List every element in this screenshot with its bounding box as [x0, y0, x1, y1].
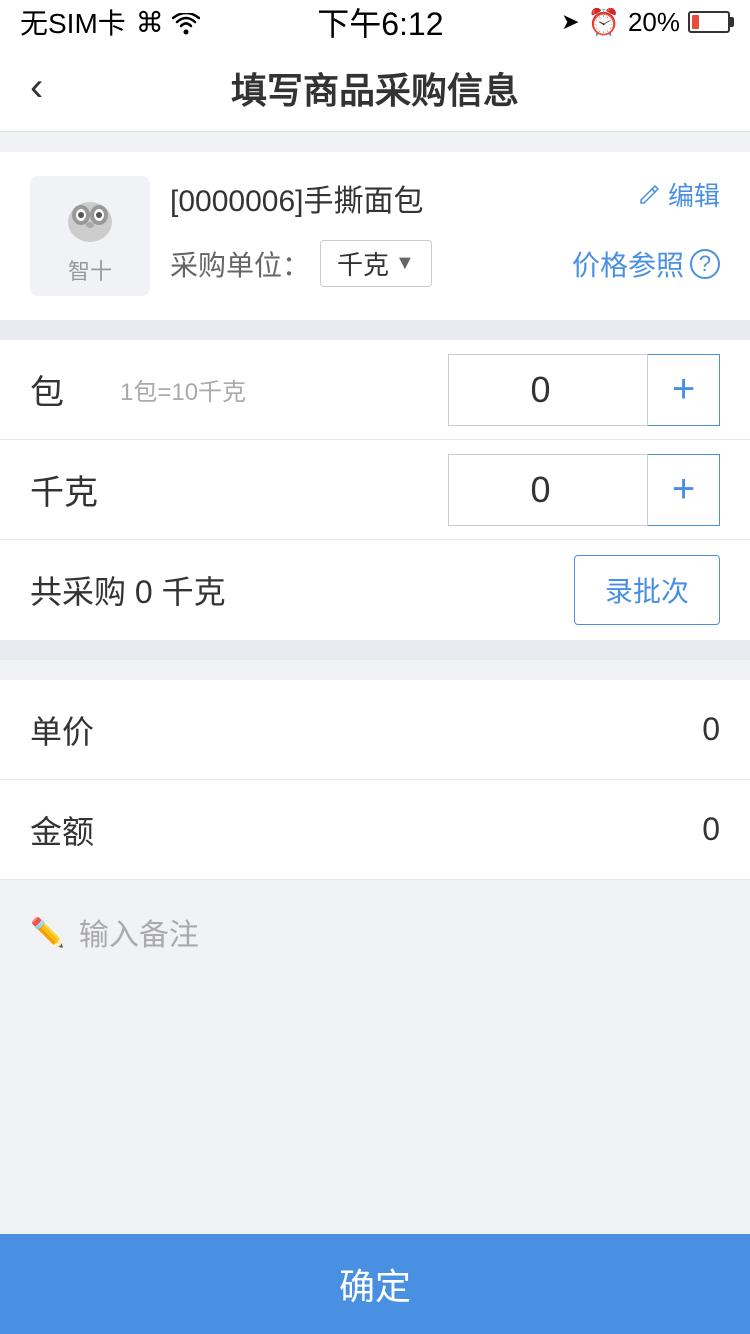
- status-right: ➤ ⏰ 20%: [561, 7, 730, 38]
- bao-label: 包: [30, 365, 110, 414]
- kilogram-label: 千克: [30, 465, 110, 514]
- product-image: 智十: [30, 176, 150, 296]
- status-time: 下午6:12: [317, 0, 443, 45]
- unit-price-row: 单价 0: [0, 680, 750, 780]
- remark-section: ✏️ 输入备注: [0, 880, 750, 1180]
- product-info-top: [0000006]手撕面包 编辑: [170, 176, 720, 220]
- status-left: 无SIM卡 ⌘: [20, 2, 200, 42]
- edit-button[interactable]: 编辑: [638, 176, 720, 213]
- amount-value: 0: [702, 811, 720, 848]
- summary-text: 共采购 0 千克: [30, 567, 226, 613]
- pencil-icon: ✏️: [30, 916, 65, 949]
- bao-input[interactable]: [448, 354, 648, 426]
- bao-plus-button[interactable]: +: [648, 354, 720, 426]
- summary-row: 共采购 0 千克 录批次: [0, 540, 750, 640]
- bao-input-control: +: [448, 354, 720, 426]
- back-button[interactable]: ‹: [30, 65, 43, 110]
- alarm-icon: ⏰: [588, 7, 620, 38]
- amount-row: 金额 0: [0, 780, 750, 880]
- bao-row: 包 1包=10千克 +: [0, 340, 750, 440]
- carrier-text: 无SIM卡: [20, 2, 126, 42]
- unit-price-value: 0: [702, 711, 720, 748]
- info-icon: ?: [690, 249, 720, 279]
- amount-label: 金额: [30, 807, 94, 853]
- kilogram-input-control: +: [448, 454, 720, 526]
- chevron-down-icon: ▼: [395, 252, 415, 275]
- purchase-unit: 采购单位： 千克 ▼: [170, 240, 432, 287]
- status-bar: 无SIM卡 ⌘ 下午6:12 ➤ ⏰ 20%: [0, 0, 750, 44]
- wifi-icon: ⌘: [136, 6, 200, 39]
- confirm-button[interactable]: 确定: [0, 1234, 750, 1334]
- product-card: 智十 [0000006]手撕面包 编辑 采购单位：: [0, 152, 750, 320]
- battery-icon: [688, 11, 730, 33]
- price-section: 单价 0 金额 0: [0, 680, 750, 880]
- price-ref-button[interactable]: 价格参照 ?: [572, 244, 720, 284]
- product-logo-icon: [60, 187, 120, 254]
- battery-percent: 20%: [628, 7, 680, 38]
- product-info: [0000006]手撕面包 编辑 采购单位： 千克 ▼: [170, 176, 720, 287]
- product-info-bottom: 采购单位： 千克 ▼ 价格参照 ?: [170, 240, 720, 287]
- kilogram-input[interactable]: [448, 454, 648, 526]
- bao-sublabel: 1包=10千克: [120, 372, 448, 407]
- location-icon: ➤: [561, 9, 579, 35]
- product-brand-text: 智十: [68, 254, 112, 286]
- kilogram-row: 千克 +: [0, 440, 750, 540]
- section-divider-2: [0, 640, 750, 660]
- quantity-section: 包 1包=10千克 + 千克 + 共采购 0 千克 录批次: [0, 340, 750, 640]
- nav-bar: ‹ 填写商品采购信息: [0, 44, 750, 132]
- unit-select[interactable]: 千克 ▼: [320, 240, 432, 287]
- remark-input-area[interactable]: ✏️ 输入备注: [30, 910, 720, 954]
- product-name: [0000006]手撕面包: [170, 176, 638, 220]
- kilogram-plus-button[interactable]: +: [648, 454, 720, 526]
- page-title: 填写商品采购信息: [231, 62, 519, 114]
- section-divider-1: [0, 320, 750, 340]
- unit-price-label: 单价: [30, 707, 94, 753]
- record-batch-button[interactable]: 录批次: [574, 555, 720, 625]
- remark-placeholder: 输入备注: [79, 910, 199, 954]
